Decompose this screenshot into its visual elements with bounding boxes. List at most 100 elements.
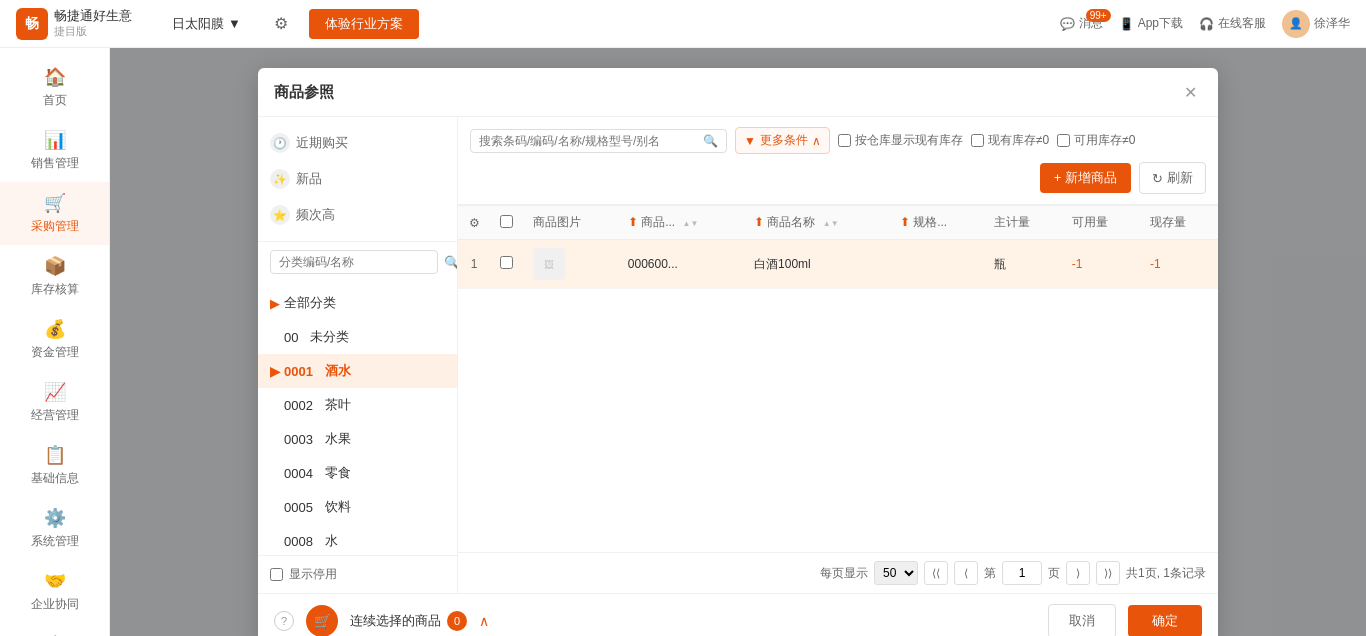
system-icon: ⚙️ bbox=[44, 507, 66, 529]
next-page-button[interactable]: ⟩ bbox=[1066, 561, 1090, 585]
row-num: 1 bbox=[458, 240, 490, 289]
sidebar-item-inventory[interactable]: 📦 库存核算 bbox=[0, 245, 109, 308]
quick-item-recent[interactable]: 🕐 近期购买 bbox=[258, 125, 457, 161]
prev-page-button[interactable]: ⟨ bbox=[954, 561, 978, 585]
sidebar-item-purchase[interactable]: 🛒 采购管理 bbox=[0, 182, 109, 245]
cat-item-tea[interactable]: 0002 茶叶 bbox=[258, 388, 457, 422]
th-image: 商品图片 bbox=[523, 206, 618, 240]
sort-code-icon: ⬆ bbox=[628, 215, 638, 229]
first-page-button[interactable]: ⟨⟨ bbox=[924, 561, 948, 585]
table-row[interactable]: 1 🖼 000600... 白酒100ml bbox=[458, 240, 1218, 289]
cat-item-uncategorized[interactable]: 00 未分类 bbox=[258, 320, 457, 354]
collapse-icon[interactable]: ∧ bbox=[479, 613, 489, 629]
avatar: 👤 bbox=[1282, 10, 1310, 38]
th-settings[interactable]: ⚙ bbox=[458, 206, 490, 240]
current-stock-checkbox[interactable] bbox=[971, 134, 984, 147]
quick-item-new[interactable]: ✨ 新品 bbox=[258, 161, 457, 197]
filter-bar: 🔍 ▼ 更多条件 ∧ 按仓库显示现有库存 bbox=[458, 117, 1218, 205]
more-filters-button[interactable]: ▼ 更多条件 ∧ bbox=[735, 127, 830, 154]
show-disabled-checkbox[interactable] bbox=[270, 568, 283, 581]
filter-icon: ▼ bbox=[744, 134, 756, 148]
online-service-button[interactable]: 🎧 在线客服 bbox=[1199, 15, 1266, 32]
last-page-button[interactable]: ⟩⟩ bbox=[1096, 561, 1120, 585]
app-download-button[interactable]: 📱 App下载 bbox=[1119, 15, 1183, 32]
refresh-button[interactable]: ↻ 刷新 bbox=[1139, 162, 1206, 194]
logo-area: 畅 畅捷通好生意 捷目版 bbox=[16, 8, 132, 40]
search-icon[interactable]: 🔍 bbox=[703, 134, 718, 148]
sidebar-item-home[interactable]: 🏠 首页 bbox=[0, 56, 109, 119]
usable-stock-checkbox[interactable] bbox=[1057, 134, 1070, 147]
warehouse-stock-checkbox[interactable] bbox=[838, 134, 851, 147]
th-available[interactable]: 可用量 bbox=[1062, 206, 1140, 240]
finance-icon: 💰 bbox=[44, 318, 66, 340]
operations-icon: 📈 bbox=[44, 381, 66, 403]
row-name-cell: 白酒100ml bbox=[744, 240, 890, 289]
row-available-cell: -1 bbox=[1062, 240, 1140, 289]
page-number-input[interactable] bbox=[1002, 561, 1042, 585]
modal-overlay: 商品参照 ✕ 🕐 近期购买 ✨ 新 bbox=[110, 48, 1366, 636]
sidebar-item-operations[interactable]: 📈 经营管理 bbox=[0, 371, 109, 434]
th-spec[interactable]: ⬆ 规格... bbox=[890, 206, 984, 240]
cat-item-water[interactable]: 0008 水 bbox=[258, 524, 457, 555]
row-checkbox-cell bbox=[490, 240, 523, 289]
settings-icon[interactable]: ⚙ bbox=[265, 8, 297, 40]
star-icon: ⭐ bbox=[270, 205, 290, 225]
category-list: ▶ 全部分类 00 未分类 ▶ 0001 酒水 bbox=[258, 282, 457, 555]
user-profile[interactable]: 👤 徐泽华 bbox=[1282, 10, 1350, 38]
cancel-button[interactable]: 取消 bbox=[1048, 604, 1116, 636]
count-badge: 0 bbox=[447, 611, 467, 631]
row-code-cell: 000600... bbox=[618, 240, 744, 289]
show-disabled-row: 显示停用 bbox=[258, 555, 457, 593]
avatar-icon: 👤 bbox=[1289, 17, 1303, 30]
sidebar-item-collab[interactable]: 🤝 企业协同 bbox=[0, 560, 109, 623]
product-search-input[interactable] bbox=[479, 134, 699, 148]
nav-dropdown[interactable]: 日太阳膜 ▼ bbox=[160, 11, 253, 37]
sidebar: 🏠 首页 📊 销售管理 🛒 采购管理 📦 库存核算 💰 资金管理 📈 经营管理 … bbox=[0, 48, 110, 636]
sidebar-item-basic-info[interactable]: 📋 基础信息 bbox=[0, 434, 109, 497]
th-name[interactable]: ⬆ 商品名称 ▲▼ bbox=[744, 206, 890, 240]
pagination: 每页显示 50 ⟨⟨ ⟨ 第 页 ⟩ ⟩⟩ 共1页, 1条记录 bbox=[458, 552, 1218, 593]
nav-right: 💬 消息 99+ 📱 App下载 🎧 在线客服 👤 徐泽华 bbox=[1060, 10, 1350, 38]
modal-title: 商品参照 bbox=[274, 83, 334, 102]
sidebar-item-guide[interactable]: 🎓 新手引导 bbox=[0, 623, 109, 636]
content-area: 商品参照 ✕ 🕐 近期购买 ✨ 新 bbox=[110, 48, 1366, 636]
select-all-checkbox[interactable] bbox=[500, 215, 513, 228]
cat-item-alcohol[interactable]: ▶ 0001 酒水 bbox=[258, 354, 457, 388]
cat-item-fruit[interactable]: 0003 水果 bbox=[258, 422, 457, 456]
message-badge: 99+ bbox=[1086, 9, 1111, 22]
confirm-button[interactable]: 确定 bbox=[1128, 605, 1202, 636]
sidebar-item-finance[interactable]: 💰 资金管理 bbox=[0, 308, 109, 371]
home-icon: 🏠 bbox=[44, 66, 66, 88]
category-search-icon[interactable]: 🔍 bbox=[444, 255, 458, 270]
trial-button[interactable]: 体验行业方案 bbox=[309, 9, 419, 39]
th-checkbox bbox=[490, 206, 523, 240]
messages-button[interactable]: 💬 消息 99+ bbox=[1060, 15, 1103, 32]
close-button[interactable]: ✕ bbox=[1178, 80, 1202, 104]
modal-header: 商品参照 ✕ bbox=[258, 68, 1218, 117]
row-checkbox[interactable] bbox=[500, 256, 513, 269]
th-unit[interactable]: 主计量 bbox=[984, 206, 1062, 240]
cat-item-beverage[interactable]: 0005 饮料 bbox=[258, 490, 457, 524]
quick-item-frequent[interactable]: ⭐ 频次高 bbox=[258, 197, 457, 233]
category-search-input[interactable] bbox=[270, 250, 438, 274]
th-code[interactable]: ⬆ 商品... ▲▼ bbox=[618, 206, 744, 240]
info-icon: 📋 bbox=[44, 444, 66, 466]
logo-sub: 捷目版 bbox=[54, 24, 132, 39]
cat-item-snack[interactable]: 0004 零食 bbox=[258, 456, 457, 490]
sidebar-item-sales[interactable]: 📊 销售管理 bbox=[0, 119, 109, 182]
page-size-select[interactable]: 50 bbox=[874, 561, 918, 585]
th-stock[interactable]: 现存量 bbox=[1140, 206, 1218, 240]
sort-icons: ▲▼ bbox=[683, 219, 699, 228]
add-product-button[interactable]: + 新增商品 bbox=[1040, 163, 1131, 193]
pagination-total: 共1页, 1条记录 bbox=[1126, 565, 1206, 582]
logo-icon: 畅 bbox=[16, 8, 48, 40]
sidebar-item-system[interactable]: ⚙️ 系统管理 bbox=[0, 497, 109, 560]
phone-icon: 📱 bbox=[1119, 17, 1134, 31]
arrow-icon: ▶ bbox=[270, 296, 280, 311]
cat-item-all[interactable]: ▶ 全部分类 bbox=[258, 286, 457, 320]
help-icon[interactable]: ? bbox=[274, 611, 294, 631]
row-spec-cell bbox=[890, 240, 984, 289]
main-layout: 🏠 首页 📊 销售管理 🛒 采购管理 📦 库存核算 💰 资金管理 📈 经营管理 … bbox=[0, 48, 1366, 636]
inventory-icon: 📦 bbox=[44, 255, 66, 277]
refresh-icon: ↻ bbox=[1152, 171, 1163, 186]
